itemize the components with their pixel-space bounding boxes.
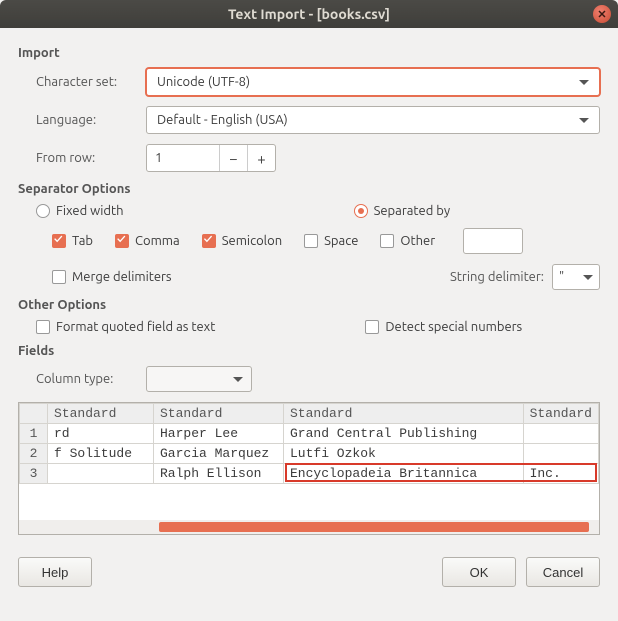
check-semicolon-label: Semicolon: [222, 234, 282, 248]
radio-separated-by[interactable]: Separated by: [354, 204, 451, 218]
check-merge-delimiters[interactable]: Merge delimiters: [52, 270, 172, 284]
checkbox-icon: [36, 320, 50, 334]
titlebar: Text Import - [books.csv] ✕: [0, 0, 618, 28]
col-header[interactable]: [20, 404, 48, 424]
cell: f Solitude: [48, 444, 154, 464]
row-number: 2: [20, 444, 48, 464]
check-tab[interactable]: Tab: [52, 234, 93, 248]
check-comma-label: Comma: [135, 234, 180, 248]
column-type-select[interactable]: [146, 366, 252, 392]
col-header[interactable]: Standard: [284, 404, 524, 424]
string-delimiter-value: ": [559, 270, 564, 284]
check-detect-special[interactable]: Detect special numbers: [365, 320, 522, 334]
separator-heading: Separator Options: [18, 182, 600, 196]
preview-table[interactable]: Standard Standard Standard Standard 1 rd…: [18, 402, 600, 535]
chevron-down-icon: [233, 377, 243, 382]
spinner-plus[interactable]: +: [247, 145, 275, 171]
language-value: Default - English (USA): [157, 113, 288, 127]
check-semicolon[interactable]: Semicolon: [202, 234, 282, 248]
checkbox-icon: [202, 234, 216, 248]
col-header[interactable]: Standard: [523, 404, 598, 424]
charset-select[interactable]: Unicode (UTF-8): [146, 68, 600, 96]
check-comma[interactable]: Comma: [115, 234, 180, 248]
cell: Harper Lee: [154, 424, 284, 444]
string-delimiter-label: String delimiter:: [450, 270, 544, 284]
window-title: Text Import - [books.csv]: [8, 6, 610, 22]
cell: Encyclopadeia Britannica: [284, 464, 524, 484]
column-type-label: Column type:: [36, 372, 146, 386]
check-space-label: Space: [324, 234, 358, 248]
checkbox-icon: [52, 270, 66, 284]
check-tab-label: Tab: [72, 234, 93, 248]
charset-label: Character set:: [36, 75, 146, 89]
table-row[interactable]: 3 Ralph Ellison Encyclopadeia Britannica…: [20, 464, 599, 484]
language-label: Language:: [36, 113, 146, 127]
cell: [523, 424, 598, 444]
chevron-down-icon: [579, 80, 589, 85]
checkbox-icon: [52, 234, 66, 248]
cell: rd: [48, 424, 154, 444]
checkbox-icon: [304, 234, 318, 248]
horizontal-scrollbar[interactable]: [19, 520, 599, 534]
close-button[interactable]: ✕: [593, 5, 611, 23]
checkbox-icon: [115, 234, 129, 248]
table-row[interactable]: 1 rd Harper Lee Grand Central Publishing: [20, 424, 599, 444]
check-merge-label: Merge delimiters: [72, 270, 172, 284]
check-format-quoted[interactable]: Format quoted field as text: [36, 320, 215, 334]
radio-fixed-width-label: Fixed width: [56, 204, 124, 218]
charset-value: Unicode (UTF-8): [157, 75, 250, 89]
col-header[interactable]: Standard: [154, 404, 284, 424]
fields-heading: Fields: [18, 344, 600, 358]
string-delimiter-select[interactable]: ": [552, 264, 600, 290]
check-format-quoted-label: Format quoted field as text: [56, 320, 215, 334]
language-select[interactable]: Default - English (USA): [146, 106, 600, 134]
cancel-button[interactable]: Cancel: [526, 557, 600, 587]
cell: Grand Central Publishing: [284, 424, 524, 444]
scrollbar-thumb[interactable]: [159, 522, 589, 532]
cell: Lutfi Ozkok: [284, 444, 524, 464]
table-row[interactable]: 2 f Solitude Garcia Marquez Lutfi Ozkok: [20, 444, 599, 464]
check-other[interactable]: Other: [380, 234, 435, 248]
check-space[interactable]: Space: [304, 234, 358, 248]
ok-button[interactable]: OK: [442, 557, 516, 587]
cell: Ralph Ellison: [154, 464, 284, 484]
fromrow-label: From row:: [36, 151, 146, 165]
cell: [523, 444, 598, 464]
other-options-heading: Other Options: [18, 298, 600, 312]
spinner-minus[interactable]: −: [219, 145, 247, 171]
checkbox-icon: [365, 320, 379, 334]
cell: Inc.: [523, 464, 598, 484]
other-delimiter-input[interactable]: [463, 228, 523, 254]
close-icon: ✕: [597, 8, 606, 21]
help-button[interactable]: Help: [18, 557, 92, 587]
check-detect-special-label: Detect special numbers: [385, 320, 522, 334]
fromrow-spinner[interactable]: 1 − +: [146, 144, 276, 172]
col-header[interactable]: Standard: [48, 404, 154, 424]
row-number: 1: [20, 424, 48, 444]
radio-icon: [354, 204, 368, 218]
radio-fixed-width[interactable]: Fixed width: [36, 204, 124, 218]
import-heading: Import: [18, 46, 600, 60]
table-header-row: Standard Standard Standard Standard: [20, 404, 599, 424]
row-number: 3: [20, 464, 48, 484]
cell: [48, 464, 154, 484]
check-other-label: Other: [400, 234, 435, 248]
chevron-down-icon: [579, 118, 589, 123]
radio-icon: [36, 204, 50, 218]
cell: Garcia Marquez: [154, 444, 284, 464]
radio-separated-by-label: Separated by: [374, 204, 451, 218]
fromrow-value: 1: [147, 151, 219, 165]
chevron-down-icon: [583, 275, 593, 280]
checkbox-icon: [380, 234, 394, 248]
